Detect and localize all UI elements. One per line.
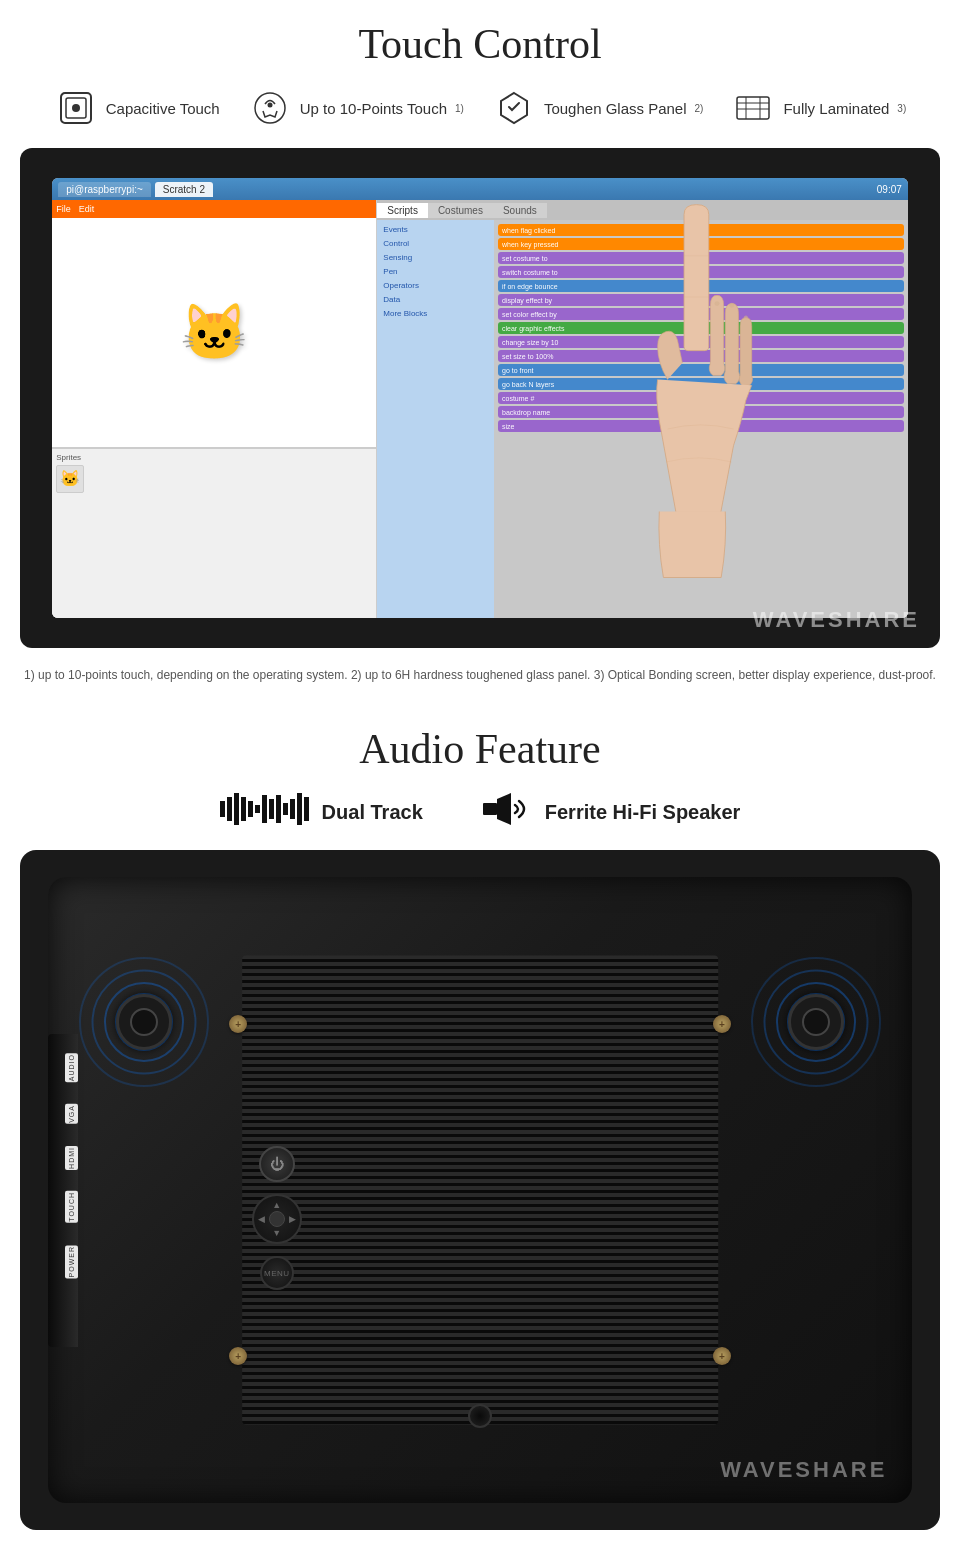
speaker-image: ⏻ ▲ ▼ ◀ ▶ MENU AUDIO VGA HDMI <box>20 850 940 1530</box>
scratch-screen: pi@raspberrypi:~ Scratch 2 09:07 File Ed… <box>52 178 908 618</box>
taskbar-right: 09:07 <box>877 184 902 195</box>
port-audio: AUDIO <box>65 1053 78 1082</box>
speaker-cone-left <box>116 994 172 1050</box>
speaker-left <box>74 952 214 1092</box>
svg-rect-19 <box>248 801 253 817</box>
svg-point-13 <box>730 303 735 308</box>
taskbar-time: 09:07 <box>877 184 902 195</box>
touch-footnote: 1) up to 10-points touch, depending on t… <box>20 660 940 705</box>
touch-image: pi@raspberrypi:~ Scratch 2 09:07 File Ed… <box>20 148 940 648</box>
scratch-menubar: File Edit <box>52 200 376 218</box>
svg-rect-26 <box>297 793 302 825</box>
speaker-cone-right <box>788 994 844 1050</box>
audio-watermark: WAVESHARE <box>720 1457 887 1483</box>
touch-control-section: Touch Control Capacitive Touch <box>0 0 960 715</box>
capacitive-icon <box>54 86 98 130</box>
port-power: POWER <box>65 1245 78 1278</box>
bolt-top-right <box>713 1015 731 1033</box>
laminated-superscript: 3) <box>897 103 906 114</box>
svg-rect-17 <box>234 793 239 825</box>
taskbar-tab-2: Scratch 2 <box>155 182 213 197</box>
power-button[interactable]: ⏻ <box>259 1146 295 1182</box>
hifi-speaker-label: Ferrite Hi-Fi Speaker <box>545 801 741 824</box>
svg-point-4 <box>267 103 272 108</box>
svg-point-14 <box>744 316 748 320</box>
scratch-left: File Edit 🐱 Sprites 🐱 <box>52 200 377 618</box>
dual-track-label: Dual Track <box>322 801 423 824</box>
svg-rect-18 <box>241 797 246 821</box>
feature-glass: Toughen Glass Panel 2) <box>492 86 704 130</box>
port-vga: VGA <box>65 1104 78 1124</box>
dpad[interactable]: ▲ ▼ ◀ ▶ <box>252 1194 302 1244</box>
feature-multitouch: Up to 10-Points Touch 1) <box>248 86 464 130</box>
feature-capacitive: Capacitive Touch <box>54 86 220 130</box>
dual-track-icon <box>220 791 310 834</box>
audio-section: Audio Feature <box>0 715 960 1540</box>
svg-point-3 <box>255 93 285 123</box>
glass-superscript: 2) <box>695 103 704 114</box>
audio-features-row: Dual Track Ferrite Hi-Fi Speaker <box>20 791 940 834</box>
scratch-taskbar: pi@raspberrypi:~ Scratch 2 09:07 <box>52 178 908 200</box>
touch-title: Touch Control <box>20 20 940 68</box>
feature-dual-track: Dual Track <box>220 791 423 834</box>
multitouch-icon <box>248 86 292 130</box>
feature-laminated: Fully Laminated 3) <box>731 86 906 130</box>
scratch-sprites: Sprites 🐱 <box>52 448 376 618</box>
touch-features-row: Capacitive Touch Up to 10-Points Touch 1… <box>20 86 940 130</box>
power-icon: ⏻ <box>270 1156 284 1172</box>
audio-title: Audio Feature <box>20 725 940 773</box>
svg-rect-16 <box>227 797 232 821</box>
svg-point-2 <box>72 104 80 112</box>
screw-hole-bottom <box>468 1404 492 1428</box>
menu-button[interactable]: MENU <box>260 1256 294 1290</box>
taskbar-tab-1: pi@raspberrypi:~ <box>58 182 151 197</box>
multitouch-label: Up to 10-Points Touch <box>300 100 447 117</box>
laminated-icon <box>731 86 775 130</box>
hand-overlay <box>457 198 908 594</box>
svg-rect-25 <box>290 799 295 819</box>
touch-watermark: WAVESHARE <box>753 607 920 633</box>
svg-rect-15 <box>220 801 225 817</box>
svg-rect-28 <box>483 803 497 815</box>
svg-rect-20 <box>255 805 260 813</box>
multitouch-superscript: 1) <box>455 103 464 114</box>
speaker-right <box>746 952 886 1092</box>
bolt-bottom-right <box>713 1347 731 1365</box>
speaker-icon <box>483 791 533 834</box>
svg-rect-5 <box>737 97 769 119</box>
menu-file: File <box>56 204 71 214</box>
speaker-body: ⏻ ▲ ▼ ◀ ▶ MENU AUDIO VGA HDMI <box>48 877 913 1503</box>
tab-scripts: Scripts <box>377 203 428 218</box>
side-ports: AUDIO VGA HDMI TOUCH POWER <box>65 1053 78 1279</box>
glass-label: Toughen Glass Panel <box>544 100 687 117</box>
glass-icon <box>492 86 536 130</box>
monitor-frame: pi@raspberrypi:~ Scratch 2 09:07 File Ed… <box>52 178 908 618</box>
svg-point-12 <box>715 301 720 306</box>
port-touch: TOUCH <box>65 1191 78 1223</box>
svg-rect-27 <box>304 797 309 821</box>
svg-rect-22 <box>269 799 274 819</box>
feature-hifi-speaker: Ferrite Hi-Fi Speaker <box>483 791 741 834</box>
svg-rect-21 <box>262 795 267 823</box>
menu-edit: Edit <box>79 204 95 214</box>
port-hdmi: HDMI <box>65 1146 78 1170</box>
scratch-stage: 🐱 <box>52 218 376 448</box>
svg-rect-23 <box>276 795 281 823</box>
laminated-label: Fully Laminated <box>783 100 889 117</box>
capacitive-label: Capacitive Touch <box>106 100 220 117</box>
svg-rect-24 <box>283 803 288 815</box>
control-buttons: ⏻ ▲ ▼ ◀ ▶ MENU <box>238 1146 316 1290</box>
scratch-cat: 🐱 <box>180 300 249 365</box>
